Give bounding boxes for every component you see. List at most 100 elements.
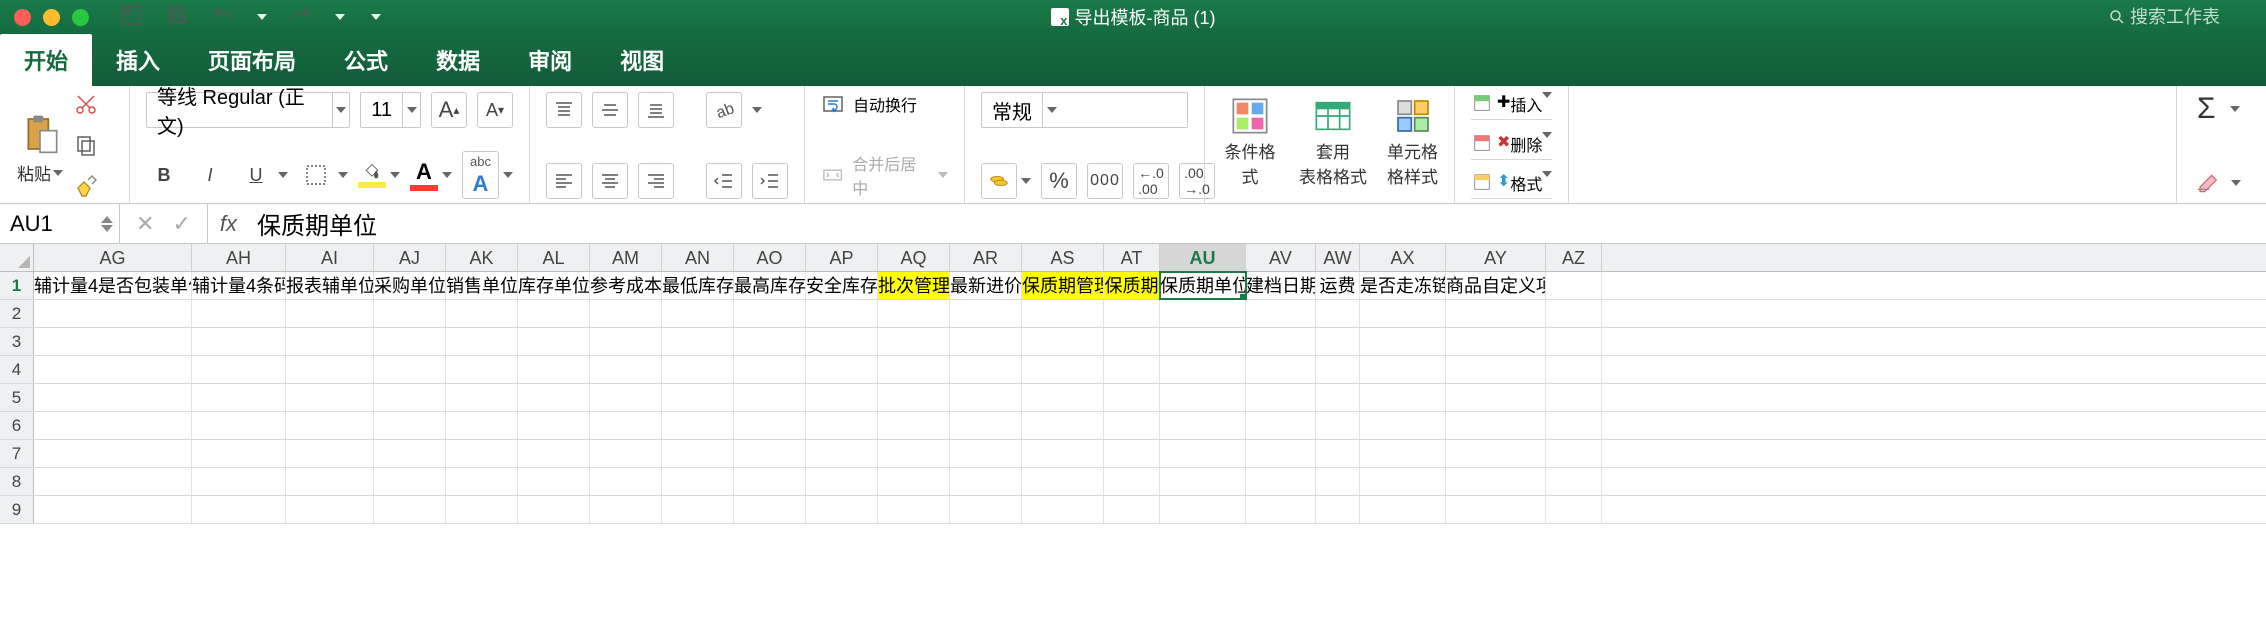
cell-AQ7[interactable] — [878, 440, 950, 467]
cell-AG4[interactable] — [34, 356, 192, 383]
redo-icon[interactable] — [289, 3, 313, 32]
cell-AY2[interactable] — [1446, 300, 1546, 327]
cell-AX6[interactable] — [1360, 412, 1446, 439]
column-header-AH[interactable]: AH — [192, 244, 286, 271]
font-size-select[interactable]: 11 — [360, 92, 421, 128]
cell-AG2[interactable] — [34, 300, 192, 327]
cell-AJ8[interactable] — [374, 468, 446, 495]
zoom-window-button[interactable] — [72, 9, 89, 26]
cell-AP6[interactable] — [806, 412, 878, 439]
autosum-button[interactable]: Σ — [2193, 92, 2220, 126]
cell-AP4[interactable] — [806, 356, 878, 383]
column-header-AW[interactable]: AW — [1316, 244, 1360, 271]
cell-AR3[interactable] — [950, 328, 1022, 355]
cell-AN2[interactable] — [662, 300, 734, 327]
column-header-AO[interactable]: AO — [734, 244, 806, 271]
cell-AR5[interactable] — [950, 384, 1022, 411]
tab-review[interactable]: 审阅 — [504, 34, 596, 86]
cell-AJ4[interactable] — [374, 356, 446, 383]
column-header-AX[interactable]: AX — [1360, 244, 1446, 271]
cell-AV1[interactable]: 建档日期 — [1246, 272, 1316, 299]
column-header-AQ[interactable]: AQ — [878, 244, 950, 271]
cell-AU8[interactable] — [1160, 468, 1246, 495]
cell-AK4[interactable] — [446, 356, 518, 383]
cell-AH1[interactable]: 辅计量4条码 — [192, 272, 286, 299]
cell-AO8[interactable] — [734, 468, 806, 495]
cell-AJ9[interactable] — [374, 496, 446, 523]
cell-AU3[interactable] — [1160, 328, 1246, 355]
align-left-button[interactable] — [546, 163, 582, 199]
cell-AQ2[interactable] — [878, 300, 950, 327]
cell-AZ1[interactable] — [1546, 272, 1602, 299]
number-format-select[interactable]: 常规 — [981, 92, 1188, 128]
cell-AM3[interactable] — [590, 328, 662, 355]
cell-AG6[interactable] — [34, 412, 192, 439]
cell-AJ7[interactable] — [374, 440, 446, 467]
undo-icon[interactable] — [211, 3, 235, 32]
cell-AO3[interactable] — [734, 328, 806, 355]
cell-AX4[interactable] — [1360, 356, 1446, 383]
cell-AS6[interactable] — [1022, 412, 1104, 439]
phonetic-button[interactable]: abcA — [462, 151, 499, 199]
cell-AN1[interactable]: 最低库存 — [662, 272, 734, 299]
tab-formulas[interactable]: 公式 — [320, 34, 412, 86]
cell-styles-button[interactable]: 单元格 格样式 — [1387, 96, 1438, 188]
cell-AL8[interactable] — [518, 468, 590, 495]
cell-AM9[interactable] — [590, 496, 662, 523]
row-header-8[interactable]: 8 — [0, 468, 34, 495]
name-box[interactable]: AU1 — [0, 204, 120, 243]
cell-AM1[interactable]: 参考成本 — [590, 272, 662, 299]
fx-label[interactable]: fx — [208, 211, 249, 237]
cell-AL1[interactable]: 库存单位 — [518, 272, 590, 299]
column-header-AP[interactable]: AP — [806, 244, 878, 271]
cell-AW4[interactable] — [1316, 356, 1360, 383]
align-middle-button[interactable] — [592, 92, 628, 128]
cell-AS3[interactable] — [1022, 328, 1104, 355]
qat-customize-icon[interactable] — [371, 14, 381, 20]
column-header-AK[interactable]: AK — [446, 244, 518, 271]
spreadsheet-grid[interactable]: AGAHAIAJAKALAMANAOAPAQARASATAUAVAWAXAYAZ… — [0, 244, 2266, 524]
cell-AL3[interactable] — [518, 328, 590, 355]
cell-AX5[interactable] — [1360, 384, 1446, 411]
cell-AN5[interactable] — [662, 384, 734, 411]
cell-AH8[interactable] — [192, 468, 286, 495]
cell-AZ5[interactable] — [1546, 384, 1602, 411]
row-header-9[interactable]: 9 — [0, 496, 34, 523]
font-color-button[interactable]: A — [410, 159, 438, 191]
comma-button[interactable]: 000 — [1087, 163, 1123, 199]
currency-button[interactable] — [981, 163, 1017, 199]
align-bottom-button[interactable] — [638, 92, 674, 128]
cell-AN4[interactable] — [662, 356, 734, 383]
cell-AI8[interactable] — [286, 468, 374, 495]
cell-AM4[interactable] — [590, 356, 662, 383]
italic-button[interactable]: I — [192, 157, 228, 193]
cell-AX7[interactable] — [1360, 440, 1446, 467]
cell-AG3[interactable] — [34, 328, 192, 355]
cell-AL9[interactable] — [518, 496, 590, 523]
cell-AW3[interactable] — [1316, 328, 1360, 355]
row-header-7[interactable]: 7 — [0, 440, 34, 467]
cell-AU1[interactable]: 保质期单位 — [1160, 272, 1246, 299]
cell-AY4[interactable] — [1446, 356, 1546, 383]
cell-AU5[interactable] — [1160, 384, 1246, 411]
cell-AG1[interactable]: 辅计量4是否包装单位 — [34, 272, 192, 299]
column-header-AT[interactable]: AT — [1104, 244, 1160, 271]
cell-AQ6[interactable] — [878, 412, 950, 439]
cell-AI3[interactable] — [286, 328, 374, 355]
cell-AH3[interactable] — [192, 328, 286, 355]
cell-AR1[interactable]: 最新进价 — [950, 272, 1022, 299]
cell-AT1[interactable]: 保质期 — [1104, 272, 1160, 299]
column-header-AV[interactable]: AV — [1246, 244, 1316, 271]
cell-AK8[interactable] — [446, 468, 518, 495]
cell-AN8[interactable] — [662, 468, 734, 495]
delete-cells-button[interactable]: ✖删除 — [1471, 132, 1552, 160]
cell-AK9[interactable] — [446, 496, 518, 523]
cell-AX8[interactable] — [1360, 468, 1446, 495]
cell-AH5[interactable] — [192, 384, 286, 411]
cell-AW9[interactable] — [1316, 496, 1360, 523]
increase-indent-button[interactable] — [752, 163, 788, 199]
cell-AZ4[interactable] — [1546, 356, 1602, 383]
cell-AG9[interactable] — [34, 496, 192, 523]
cell-AG8[interactable] — [34, 468, 192, 495]
format-painter-icon[interactable] — [74, 174, 98, 203]
